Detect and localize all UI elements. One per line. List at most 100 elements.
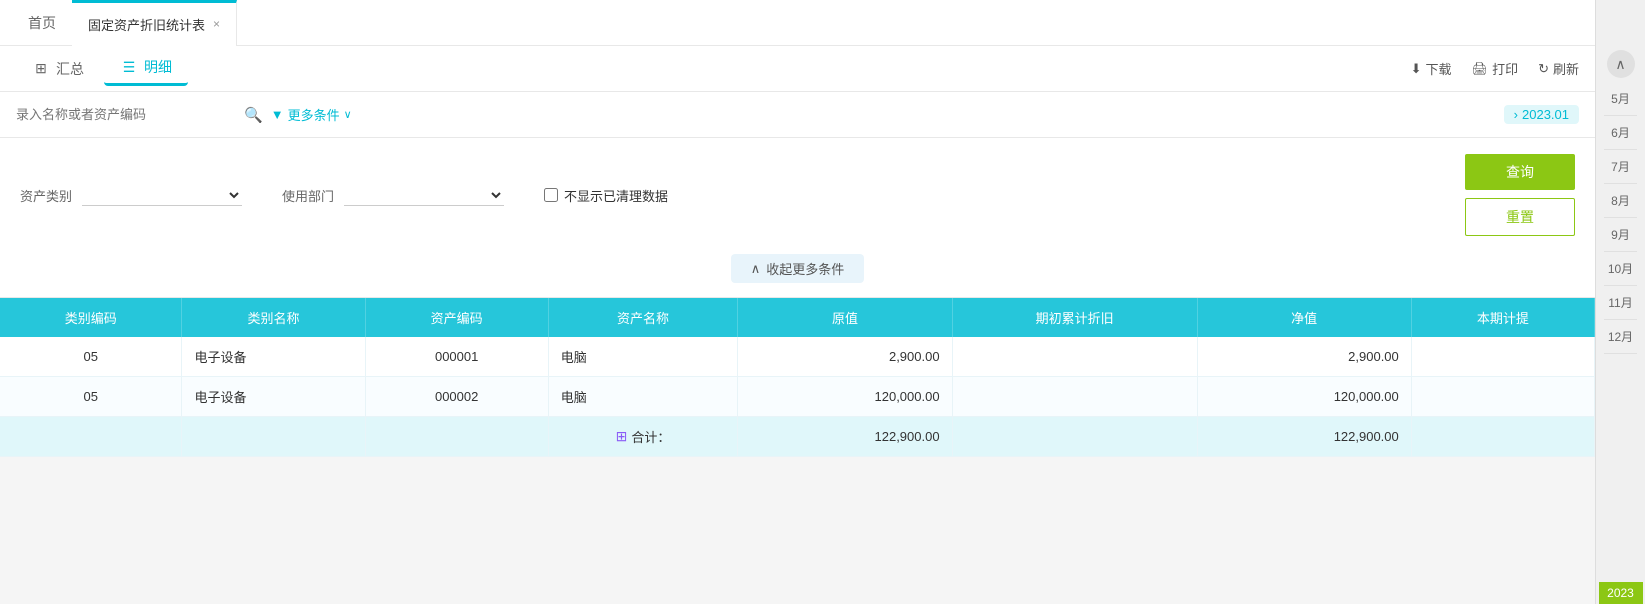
col-asset-code: 资产编码 [365,298,548,337]
table-cell: 05 [0,377,182,417]
chevron-up-icon: ∧ [751,261,761,277]
collapse-label: 收起更多条件 [766,259,844,278]
table-cell: 2,900.00 [1197,337,1411,377]
month-item[interactable]: 7月 [1604,150,1637,184]
detail-label: 明细 [144,57,172,77]
total-cell [952,417,1197,457]
asset-type-select[interactable] [82,184,242,206]
month-item[interactable]: 11月 [1604,286,1637,320]
collapse-conditions-btn[interactable]: ∧ 收起更多条件 [731,254,865,283]
month-item[interactable]: 12月 [1604,320,1637,354]
print-icon: 🖨 [1472,61,1489,77]
search-icon[interactable]: 🔍 [244,106,263,124]
month-item[interactable]: 6月 [1604,116,1637,150]
table-cell: 000002 [365,377,548,417]
sub-tabs: ⊞ 汇总 ☰ 明细 ⬇ 下载 🖨 打印 ↻ 刷新 [0,46,1595,92]
month-item[interactable]: 10月 [1604,252,1637,286]
col-category-name: 类别名称 [182,298,365,337]
chevron-down-icon: ∨ [344,108,352,121]
table-cell [952,377,1197,417]
col-asset-name: 资产名称 [548,298,738,337]
total-row: ⊞合计：122,900.00122,900.00 [0,417,1595,457]
print-label: 打印 [1492,59,1518,78]
refresh-btn[interactable]: ↻ 刷新 [1538,59,1579,78]
total-cell: 122,900.00 [738,417,952,457]
filter-panel: 资产类别 使用部门 不显示已清理数据 [0,138,1595,298]
table-container: 类别编码 类别名称 资产编码 资产名称 原值 期初累计折旧 净值 本期计提 05… [0,298,1595,457]
table-cell [1411,377,1594,417]
total-cell [1411,417,1594,457]
table-cell [952,337,1197,377]
table-cell: 120,000.00 [738,377,952,417]
table-cell: 电子设备 [182,377,365,417]
table-header: 类别编码 类别名称 资产编码 资产名称 原值 期初累计折旧 净值 本期计提 [0,298,1595,337]
asset-type-label: 资产类别 [20,186,72,205]
total-cell [0,417,182,457]
month-list: 5月6月7月8月9月10月11月12月 [1604,82,1637,354]
year-badge: 2023 [1599,582,1643,604]
query-button[interactable]: 查询 [1465,154,1575,190]
scroll-up-btn[interactable]: ∧ [1607,50,1635,78]
search-input[interactable] [16,107,236,122]
sub-tabs-left: ⊞ 汇总 ☰ 明细 [16,51,188,86]
tab-detail[interactable]: ☰ 明细 [104,51,188,86]
date-label: 2023.01 [1522,107,1569,122]
month-item[interactable]: 8月 [1604,184,1637,218]
home-tab[interactable]: 首页 [12,13,72,33]
download-btn[interactable]: ⬇ 下载 [1411,59,1452,78]
col-original-value: 原值 [738,298,952,337]
filter-icon: ▼ [271,107,284,122]
more-conditions-label: 更多条件 [288,105,340,124]
dept-label: 使用部门 [282,186,334,205]
table-cell: 120,000.00 [1197,377,1411,417]
total-cell [365,417,548,457]
filter-actions: 查询 重置 [1465,154,1575,236]
no-cleared-checkbox[interactable] [544,188,558,202]
table-body: 05电子设备000001电脑2,900.002,900.0005电子设备0000… [0,337,1595,457]
col-accumulated-depreciation: 期初累计折旧 [952,298,1197,337]
refresh-icon: ↻ [1538,61,1549,77]
table-cell: 电子设备 [182,337,365,377]
total-cell: 122,900.00 [1197,417,1411,457]
detail-icon: ☰ [120,58,138,76]
active-tab: 固定资产折旧统计表 × [72,0,237,46]
col-category-code: 类别编码 [0,298,182,337]
reset-button[interactable]: 重置 [1465,198,1575,236]
filter-row: 资产类别 使用部门 不显示已清理数据 [20,154,1575,236]
refresh-label: 刷新 [1553,59,1579,78]
table-cell: 2,900.00 [738,337,952,377]
no-cleared-label: 不显示已清理数据 [564,186,668,205]
col-current-depreciation: 本期计提 [1411,298,1594,337]
download-icon: ⬇ [1411,61,1422,77]
search-bar: 🔍 ▼ 更多条件 ∨ › 2023.01 [0,92,1595,138]
dept-select[interactable] [344,184,504,206]
tab-summary[interactable]: ⊞ 汇总 [16,53,100,85]
date-badge: › 2023.01 [1504,105,1579,124]
print-btn[interactable]: 🖨 打印 [1472,59,1519,78]
tab-label: 固定资产折旧统计表 [88,15,205,34]
chevron-right-icon: › [1514,107,1518,122]
tab-close-btn[interactable]: × [213,17,220,31]
col-net-value: 净值 [1197,298,1411,337]
download-label: 下载 [1426,59,1452,78]
table-cell [1411,337,1594,377]
table-cell: 电脑 [548,377,738,417]
total-cell [182,417,365,457]
table-cell: 000001 [365,337,548,377]
top-nav: 首页 固定资产折旧统计表 × ✕ [0,0,1595,46]
more-conditions-btn[interactable]: ▼ 更多条件 ∨ [271,105,352,124]
right-sidebar: ∧ 5月6月7月8月9月10月11月12月 2023 [1595,0,1645,604]
asset-type-filter: 资产类别 [20,184,242,206]
table-row: 05电子设备000001电脑2,900.002,900.00 [0,337,1595,377]
toolbar-actions: ⬇ 下载 🖨 打印 ↻ 刷新 [1411,59,1579,78]
collapse-btn-row: ∧ 收起更多条件 [20,248,1575,289]
summary-icon: ⊞ [32,60,50,78]
table-cell: 05 [0,337,182,377]
summary-label: 汇总 [56,59,84,79]
table-row: 05电子设备000002电脑120,000.00120,000.00 [0,377,1595,417]
total-cell: ⊞合计： [548,417,738,457]
month-item[interactable]: 9月 [1604,218,1637,252]
table-cell: 电脑 [548,337,738,377]
month-item[interactable]: 5月 [1604,82,1637,116]
no-cleared-filter: 不显示已清理数据 [544,186,668,205]
